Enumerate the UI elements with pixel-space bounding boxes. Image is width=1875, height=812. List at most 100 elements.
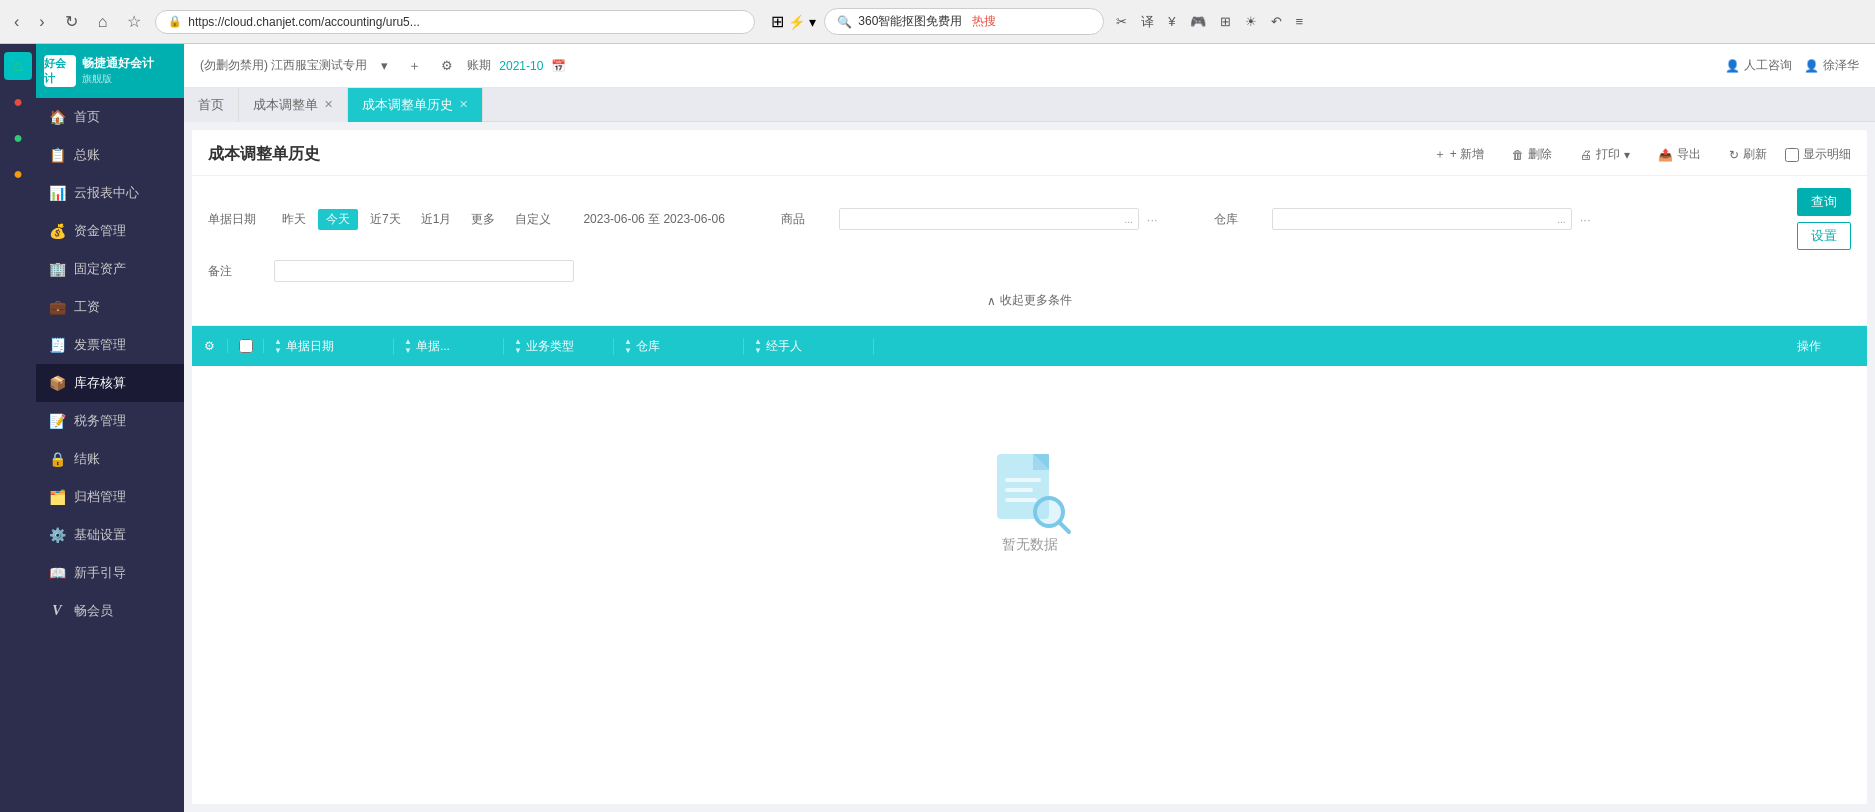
add-tab-button[interactable]: ＋ xyxy=(402,55,427,77)
calendar-icon[interactable]: 📅 xyxy=(551,59,566,73)
date-btn-1month[interactable]: 近1月 xyxy=(413,209,460,230)
wallet-button[interactable]: ¥ xyxy=(1164,12,1179,31)
sidebar-item-settings[interactable]: ⚙️ 基础设置 xyxy=(36,516,184,554)
refresh-button[interactable]: ↻ xyxy=(59,10,84,33)
sidebar-item-assets[interactable]: 🏢 固定资产 xyxy=(36,250,184,288)
sidebar-item-closing[interactable]: 🔒 结账 xyxy=(36,440,184,478)
date-btn-more[interactable]: 更多 xyxy=(463,209,503,230)
table-header-type[interactable]: ▲ ▼ 业务类型 xyxy=(504,338,614,355)
page-content: 成本调整单历史 ＋ + 新增 🗑 删除 🖨 打印 ▾ xyxy=(192,130,1867,804)
top-header-right: 👤 人工咨询 👤 徐泽华 xyxy=(1725,57,1859,74)
grid-icon[interactable]: ⊞ xyxy=(771,12,784,31)
translate-button[interactable]: 译 xyxy=(1137,11,1158,33)
logo-text: 畅捷通好会计 旗舰版 xyxy=(82,56,154,86)
search-bar[interactable]: 🔍 360智能抠图免费用 热搜 xyxy=(824,8,1104,35)
sidebar-item-home[interactable]: 🏠 首页 xyxy=(36,98,184,136)
warehouse-filter-label: 仓库 xyxy=(1214,211,1264,228)
logo-icon: 好会计 xyxy=(44,55,76,87)
strip-home[interactable]: ⌂ xyxy=(4,52,32,80)
game-button[interactable]: 🎮 xyxy=(1186,12,1210,31)
user-menu[interactable]: 👤 徐泽华 xyxy=(1804,57,1859,74)
sidebar-item-archive[interactable]: 🗂️ 归档管理 xyxy=(36,478,184,516)
sidebar-item-inventory[interactable]: 📦 库存核算 xyxy=(36,364,184,402)
tab-cost-adjust-history-close[interactable]: ✕ xyxy=(459,98,468,111)
date-range-display: 2023-06-06 至 2023-06-06 xyxy=(583,211,724,228)
table-header-ops: 操作 xyxy=(1787,338,1867,355)
tab-home-label: 首页 xyxy=(198,96,224,114)
show-cols-checkbox[interactable] xyxy=(1785,148,1799,162)
menu-button[interactable]: ≡ xyxy=(1292,12,1308,31)
print-button[interactable]: 🖨 打印 ▾ xyxy=(1570,142,1640,167)
warehouse-more-icon[interactable]: ··· xyxy=(1580,212,1591,227)
sidebar-item-member[interactable]: V 畅会员 xyxy=(36,592,184,630)
brightness-button[interactable]: ☀ xyxy=(1241,12,1261,31)
ai-consult-button[interactable]: 👤 人工咨询 xyxy=(1725,57,1792,74)
empty-state: 暂无数据 xyxy=(192,366,1867,634)
main-content: (勿删勿禁用) 江西服宝测试专用 ▾ ＋ ⚙ 账期 2021-10 📅 👤 人工… xyxy=(184,44,1875,812)
table-settings-cell[interactable]: ⚙ xyxy=(192,339,228,353)
sidebar-nav: 🏠 首页 📋 总账 📊 云报表中心 💰 资金管理 🏢 固定资产 💼 工资 xyxy=(36,98,184,812)
export-button[interactable]: 📤 导出 xyxy=(1648,142,1711,167)
search-icon: 🔍 xyxy=(837,15,852,29)
settings-filter-button[interactable]: 设置 xyxy=(1797,222,1851,250)
table-checkbox-cell[interactable] xyxy=(228,339,264,353)
add-button[interactable]: ＋ + 新增 xyxy=(1424,142,1494,167)
goods-more-icon[interactable]: ··· xyxy=(1147,212,1158,227)
sidebar-item-invoice[interactable]: 🧾 发票管理 xyxy=(36,326,184,364)
sort-arrows-person: ▲ ▼ xyxy=(754,338,762,355)
refresh-button[interactable]: ↻ 刷新 xyxy=(1719,142,1777,167)
company-name: (勿删勿禁用) 江西服宝测试专用 xyxy=(200,57,367,74)
page-header-actions: ＋ + 新增 🗑 删除 🖨 打印 ▾ 📤 导出 xyxy=(1424,142,1851,167)
company-dropdown-button[interactable]: ▾ xyxy=(375,56,394,75)
payroll-icon: 💼 xyxy=(48,299,66,315)
sidebar-item-payroll[interactable]: 💼 工资 xyxy=(36,288,184,326)
warehouse-input[interactable] xyxy=(1272,208,1572,230)
sort-arrows-warehouse: ▲ ▼ xyxy=(624,338,632,355)
table-header-date[interactable]: ▲ ▼ 单据日期 xyxy=(264,338,394,355)
top-header-left: (勿删勿禁用) 江西服宝测试专用 ▾ ＋ ⚙ 账期 2021-10 📅 xyxy=(200,55,566,77)
sidebar-item-guide[interactable]: 📖 新手引导 xyxy=(36,554,184,592)
collapse-button[interactable]: ∧ 收起更多条件 xyxy=(987,292,1072,309)
date-btn-custom[interactable]: 自定义 xyxy=(507,209,559,230)
goods-input[interactable] xyxy=(839,208,1139,230)
table-header-person[interactable]: ▲ ▼ 经手人 xyxy=(744,338,874,355)
sort-arrows-type: ▲ ▼ xyxy=(514,338,522,355)
sidebar-item-tax[interactable]: 📝 税务管理 xyxy=(36,402,184,440)
app-container: ⌂ ● ● ● 好会计 畅捷通好会计 旗舰版 🏠 首页 📋 总账 📊 云报表中心 xyxy=(0,44,1875,812)
date-filter-label: 单据日期 xyxy=(208,211,258,228)
tab-cost-adjust-history[interactable]: 成本调整单历史 ✕ xyxy=(348,88,483,122)
date-btn-7days[interactable]: 近7天 xyxy=(362,209,409,230)
sidebar-item-reports[interactable]: 📊 云报表中心 xyxy=(36,174,184,212)
dropdown-icon[interactable]: ▾ xyxy=(809,14,816,30)
sidebar-item-ledger[interactable]: 📋 总账 xyxy=(36,136,184,174)
settings-gear-button[interactable]: ⚙ xyxy=(435,56,459,75)
date-btn-yesterday[interactable]: 昨天 xyxy=(274,209,314,230)
table-header-num[interactable]: ▲ ▼ 单据... xyxy=(394,338,504,355)
strip-item-3[interactable]: ● xyxy=(4,160,32,188)
sidebar-item-funds[interactable]: 💰 资金管理 xyxy=(36,212,184,250)
home-button[interactable]: ⌂ xyxy=(92,11,114,33)
show-cols-label: 显示明细 xyxy=(1785,146,1851,163)
remark-input[interactable] xyxy=(274,260,574,282)
apps-button[interactable]: ⊞ xyxy=(1216,12,1235,31)
strip-item-1[interactable]: ● xyxy=(4,88,32,116)
query-button[interactable]: 查询 xyxy=(1797,188,1851,216)
strip-item-2[interactable]: ● xyxy=(4,124,32,152)
lightning-icon[interactable]: ⚡ xyxy=(788,14,805,30)
period-value[interactable]: 2021-10 xyxy=(499,59,543,73)
forward-button[interactable]: › xyxy=(33,11,50,33)
delete-button[interactable]: 🗑 删除 xyxy=(1502,142,1562,167)
table-select-all-checkbox[interactable] xyxy=(239,339,253,353)
filter-row-date: 单据日期 昨天 今天 近7天 近1月 更多 自定义 2023-06-06 至 2… xyxy=(208,188,1851,250)
tab-cost-adjust-close[interactable]: ✕ xyxy=(324,98,333,111)
scissors-button[interactable]: ✂ xyxy=(1112,12,1131,31)
sidebar-label-inventory: 库存核算 xyxy=(74,374,126,392)
undo-button[interactable]: ↶ xyxy=(1267,12,1286,31)
tab-cost-adjust[interactable]: 成本调整单 ✕ xyxy=(239,88,348,122)
tab-home[interactable]: 首页 xyxy=(184,88,239,122)
url-bar[interactable]: 🔒 https://cloud.chanjet.com/accounting/u… xyxy=(155,10,755,34)
date-btn-today[interactable]: 今天 xyxy=(318,209,358,230)
bookmark-button[interactable]: ☆ xyxy=(121,10,147,33)
table-header-warehouse[interactable]: ▲ ▼ 仓库 xyxy=(614,338,744,355)
back-button[interactable]: ‹ xyxy=(8,11,25,33)
